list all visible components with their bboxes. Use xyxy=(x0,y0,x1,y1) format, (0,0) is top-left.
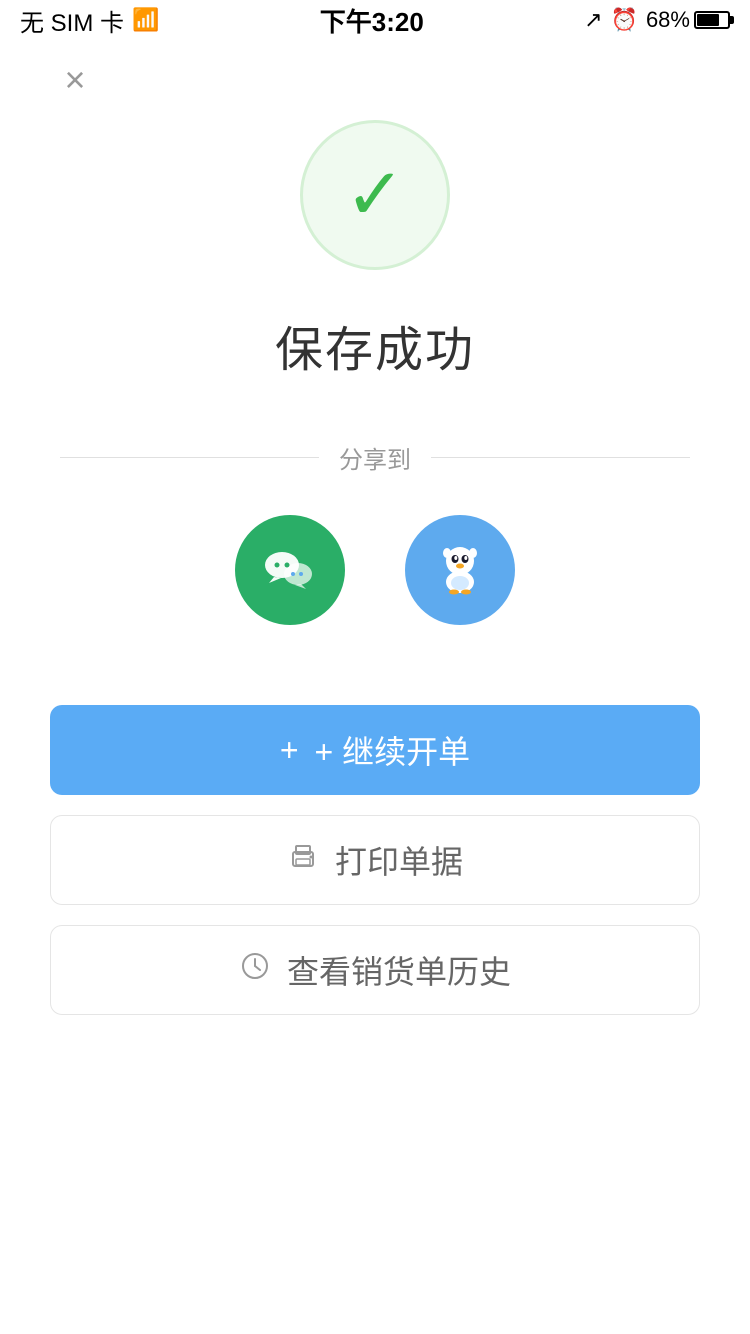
plus-icon: + xyxy=(280,732,299,769)
history-button[interactable]: 查看销货单历史 xyxy=(50,925,700,1015)
sim-status: 无 SIM 卡 xyxy=(20,3,124,38)
status-bar-right: ↗ ⏰ 68% xyxy=(584,7,730,33)
main-content: ✓ 保存成功 分享到 xyxy=(0,40,750,1015)
share-label: 分享到 xyxy=(319,440,431,475)
location-icon: ↗ xyxy=(584,7,602,33)
wechat-svg-icon xyxy=(259,539,321,601)
print-button[interactable]: 打印单据 xyxy=(50,815,700,905)
wechat-share-button[interactable] xyxy=(235,515,345,625)
history-label: 查看销货单历史 xyxy=(287,947,511,993)
status-bar: 无 SIM 卡 📶 下午3:20 ↗ ⏰ 68% xyxy=(0,0,750,40)
success-title: 保存成功 xyxy=(275,310,475,380)
battery-text: 68% xyxy=(646,7,690,33)
checkmark-icon: ✓ xyxy=(345,159,405,231)
buttons-container: + + 继续开单 打印单据 xyxy=(0,705,750,1015)
share-divider: 分享到 xyxy=(0,440,750,475)
qq-share-button[interactable] xyxy=(405,515,515,625)
success-circle: ✓ xyxy=(300,120,450,270)
divider-line-right xyxy=(431,457,690,458)
share-icons xyxy=(235,515,515,625)
battery-container: 68% xyxy=(646,7,730,33)
clock-icon xyxy=(239,950,271,990)
print-label: 打印单据 xyxy=(335,837,463,883)
divider-line-left xyxy=(60,457,319,458)
close-icon: × xyxy=(64,62,85,98)
continue-label: + 继续开单 xyxy=(315,727,471,773)
battery-icon xyxy=(694,11,730,29)
status-bar-left: 无 SIM 卡 📶 xyxy=(20,3,159,38)
continue-button[interactable]: + + 继续开单 xyxy=(50,705,700,795)
qq-svg-icon xyxy=(429,539,491,601)
printer-icon xyxy=(287,840,319,880)
status-bar-time: 下午3:20 xyxy=(320,2,424,39)
alarm-icon: ⏰ xyxy=(611,7,638,33)
close-button[interactable]: × xyxy=(50,55,100,105)
wifi-icon: 📶 xyxy=(132,7,159,33)
